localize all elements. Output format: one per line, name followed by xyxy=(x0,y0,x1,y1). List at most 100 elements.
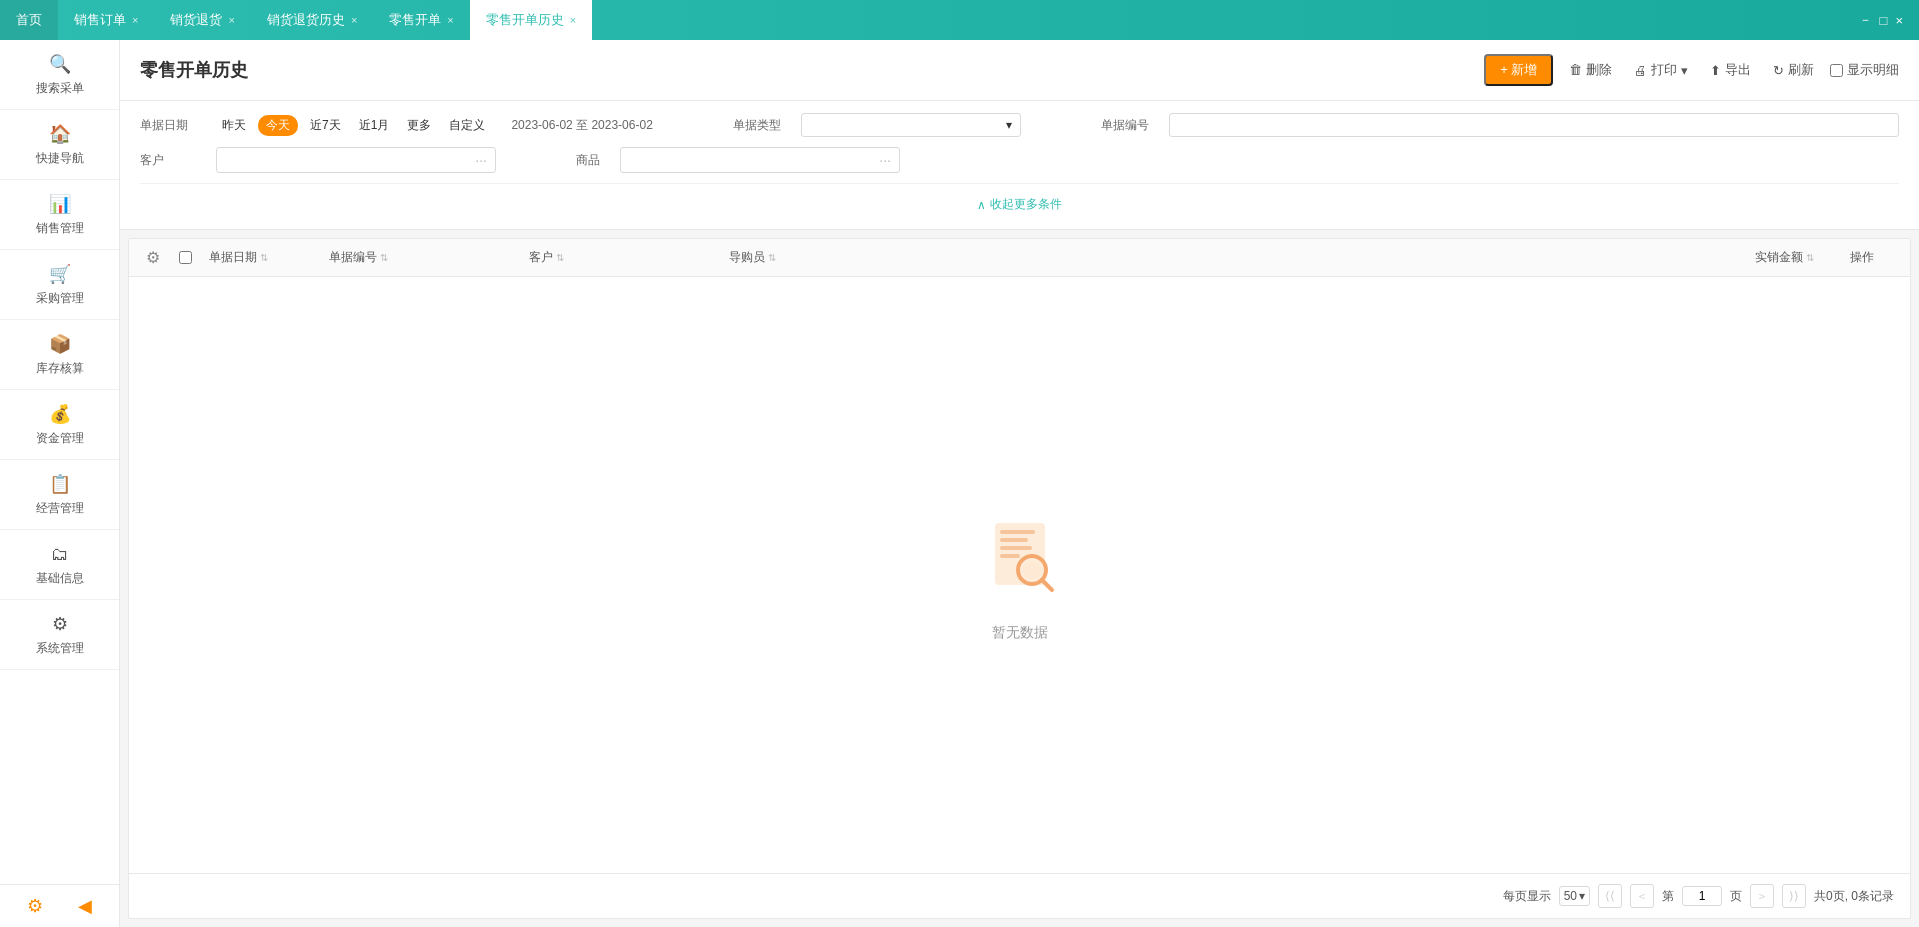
order-type-select[interactable]: ▾ xyxy=(801,113,1021,137)
delete-button[interactable]: 🗑 删除 xyxy=(1563,57,1618,83)
date-option-7days[interactable]: 近7天 xyxy=(304,115,347,136)
settings-bottom-icon[interactable]: ⚙ xyxy=(27,895,43,917)
page-first-button[interactable]: ⟨⟨ xyxy=(1598,884,1622,908)
sys-mgmt-icon: ⚙ xyxy=(48,612,72,636)
sidebar-item-quick-nav[interactable]: 🏠 快捷导航 xyxy=(0,110,119,180)
refresh-button[interactable]: ↻ 刷新 xyxy=(1767,57,1820,83)
sales-mgmt-icon: 📊 xyxy=(48,192,72,216)
tab-sales-order-close[interactable]: × xyxy=(132,14,138,26)
export-button[interactable]: ⬆ 导出 xyxy=(1704,57,1757,83)
th-number[interactable]: 单据编号 ⇅ xyxy=(321,249,521,266)
select-all-input[interactable] xyxy=(179,251,192,264)
main-layout: 🔍 搜索采单 🏠 快捷导航 📊 销售管理 🛒 采购管理 📦 库存核算 💰 资金管… xyxy=(0,40,1919,927)
goods-input[interactable] xyxy=(629,153,875,167)
date-option-today[interactable]: 今天 xyxy=(258,115,298,136)
sidebar-item-sales-mgmt[interactable]: 📊 销售管理 xyxy=(0,180,119,250)
sidebar-item-sales-mgmt-label: 销售管理 xyxy=(36,220,84,237)
sidebar-item-purchase-mgmt-label: 采购管理 xyxy=(36,290,84,307)
page-next-button[interactable]: ＞ xyxy=(1750,884,1774,908)
customer-filter-label: 客户 xyxy=(140,152,196,169)
tab-list: 首页 销售订单 × 销货退货 × 销货退货历史 × 零售开单 × 零售开单历史 … xyxy=(0,0,1859,40)
tab-sales-return-close[interactable]: × xyxy=(228,14,234,26)
finance-mgmt-icon: 💰 xyxy=(48,402,72,426)
window-controls: － □ × xyxy=(1859,11,1919,29)
collapse-sidebar-icon[interactable]: ◀ xyxy=(78,895,92,917)
page-prev-button[interactable]: ＜ xyxy=(1630,884,1654,908)
goods-dots[interactable]: ··· xyxy=(879,152,891,168)
table-settings-button[interactable]: ⚙ xyxy=(137,248,169,267)
window-restore[interactable]: □ xyxy=(1880,13,1888,28)
date-range-display: 2023-06-02 至 2023-06-02 xyxy=(511,117,652,134)
th-amount[interactable]: 实销金额 ⇅ xyxy=(841,249,1822,266)
tab-retail-open-history[interactable]: 零售开单历史 × xyxy=(470,0,592,40)
quick-nav-icon: 🏠 xyxy=(48,122,72,146)
tab-retail-open-label: 零售开单 xyxy=(389,11,441,29)
sidebar-item-basic-info-label: 基础信息 xyxy=(36,570,84,587)
tab-retail-open[interactable]: 零售开单 × xyxy=(373,0,469,40)
window-minimize[interactable]: － xyxy=(1859,11,1872,29)
date-option-1month[interactable]: 近1月 xyxy=(353,115,396,136)
customer-input-wrapper[interactable]: ··· xyxy=(216,147,496,173)
sidebar-item-finance-mgmt-label: 资金管理 xyxy=(36,430,84,447)
top-bar: 首页 销售订单 × 销货退货 × 销货退货历史 × 零售开单 × 零售开单历史 … xyxy=(0,0,1919,40)
sidebar-item-finance-mgmt[interactable]: 💰 资金管理 xyxy=(0,390,119,460)
export-label: 导出 xyxy=(1725,61,1751,79)
add-button[interactable]: + 新增 xyxy=(1484,54,1553,86)
tab-sales-return[interactable]: 销货退货 × xyxy=(154,0,250,40)
tab-sales-order[interactable]: 销售订单 × xyxy=(58,0,154,40)
page-label: 第 xyxy=(1662,888,1674,905)
collapse-row: ∧ 收起更多条件 xyxy=(140,183,1899,217)
tab-sales-return-history-label: 销货退货历史 xyxy=(267,11,345,29)
print-button[interactable]: 🖨 打印 ▾ xyxy=(1628,57,1694,83)
tab-sales-return-history-close[interactable]: × xyxy=(351,14,357,26)
th-number-sort-icon: ⇅ xyxy=(380,252,388,263)
tab-home[interactable]: 首页 xyxy=(0,0,58,40)
filter-area: 单据日期 昨天 今天 近7天 近1月 更多 自定义 2023-06-02 至 2… xyxy=(120,101,1919,230)
sidebar-item-purchase-mgmt[interactable]: 🛒 采购管理 xyxy=(0,250,119,320)
page-size-select[interactable]: 50 ▾ xyxy=(1559,886,1590,906)
sidebar-item-ops-mgmt[interactable]: 📋 经营管理 xyxy=(0,460,119,530)
search-order-icon: 🔍 xyxy=(48,52,72,76)
date-option-custom[interactable]: 自定义 xyxy=(443,115,491,136)
table-area: ⚙ 单据日期 ⇅ 单据编号 ⇅ 客户 ⇅ 导购员 ⇅ xyxy=(128,238,1911,919)
th-guide-label: 导购员 xyxy=(729,249,765,266)
tab-sales-return-history[interactable]: 销货退货历史 × xyxy=(251,0,373,40)
page-last-button[interactable]: ⟩⟩ xyxy=(1782,884,1806,908)
tab-retail-open-history-close[interactable]: × xyxy=(570,14,576,26)
show-detail-label: 显示明细 xyxy=(1847,61,1899,79)
goods-input-wrapper[interactable]: ··· xyxy=(620,147,900,173)
date-option-more[interactable]: 更多 xyxy=(401,115,437,136)
page-header: 零售开单历史 + 新增 🗑 删除 🖨 打印 ▾ ⬆ 导出 ↻ 刷新 xyxy=(120,40,1919,101)
date-options: 昨天 今天 近7天 近1月 更多 自定义 xyxy=(216,115,491,136)
order-number-input[interactable] xyxy=(1169,113,1899,137)
tab-retail-open-close[interactable]: × xyxy=(447,14,453,26)
svg-rect-4 xyxy=(1000,554,1020,558)
sidebar-item-ops-mgmt-label: 经营管理 xyxy=(36,500,84,517)
window-close[interactable]: × xyxy=(1895,13,1903,28)
sidebar-item-search-order[interactable]: 🔍 搜索采单 xyxy=(0,40,119,110)
goods-filter-label: 商品 xyxy=(576,152,600,169)
customer-input[interactable] xyxy=(225,153,471,167)
th-guide[interactable]: 导购员 ⇅ xyxy=(721,249,841,266)
page-number-input[interactable] xyxy=(1682,886,1722,906)
collapse-up-icon: ∧ xyxy=(977,198,986,212)
th-date[interactable]: 单据日期 ⇅ xyxy=(201,249,321,266)
collapse-button[interactable]: ∧ 收起更多条件 xyxy=(140,192,1899,217)
sidebar-item-inventory-label: 库存核算 xyxy=(36,360,84,377)
tab-home-label: 首页 xyxy=(16,11,42,29)
filter-row-2: 客户 ··· 商品 ··· xyxy=(140,147,1899,173)
th-date-sort-icon: ⇅ xyxy=(260,252,268,263)
date-option-yesterday[interactable]: 昨天 xyxy=(216,115,252,136)
toolbar-buttons: + 新增 🗑 删除 🖨 打印 ▾ ⬆ 导出 ↻ 刷新 显示明细 xyxy=(1484,54,1899,86)
show-detail-checkbox[interactable] xyxy=(1830,64,1843,77)
sidebar-item-inventory[interactable]: 📦 库存核算 xyxy=(0,320,119,390)
customer-dots[interactable]: ··· xyxy=(475,152,487,168)
refresh-icon: ↻ xyxy=(1773,63,1784,78)
page-size-dropdown-icon: ▾ xyxy=(1579,889,1585,903)
th-customer[interactable]: 客户 ⇅ xyxy=(521,249,721,266)
tab-sales-return-label: 销货退货 xyxy=(170,11,222,29)
sidebar-item-sys-mgmt[interactable]: ⚙ 系统管理 xyxy=(0,600,119,670)
table-select-all-checkbox[interactable] xyxy=(169,251,201,264)
sidebar-item-basic-info[interactable]: 🗂 基础信息 xyxy=(0,530,119,600)
show-detail-checkbox-label[interactable]: 显示明细 xyxy=(1830,61,1899,79)
